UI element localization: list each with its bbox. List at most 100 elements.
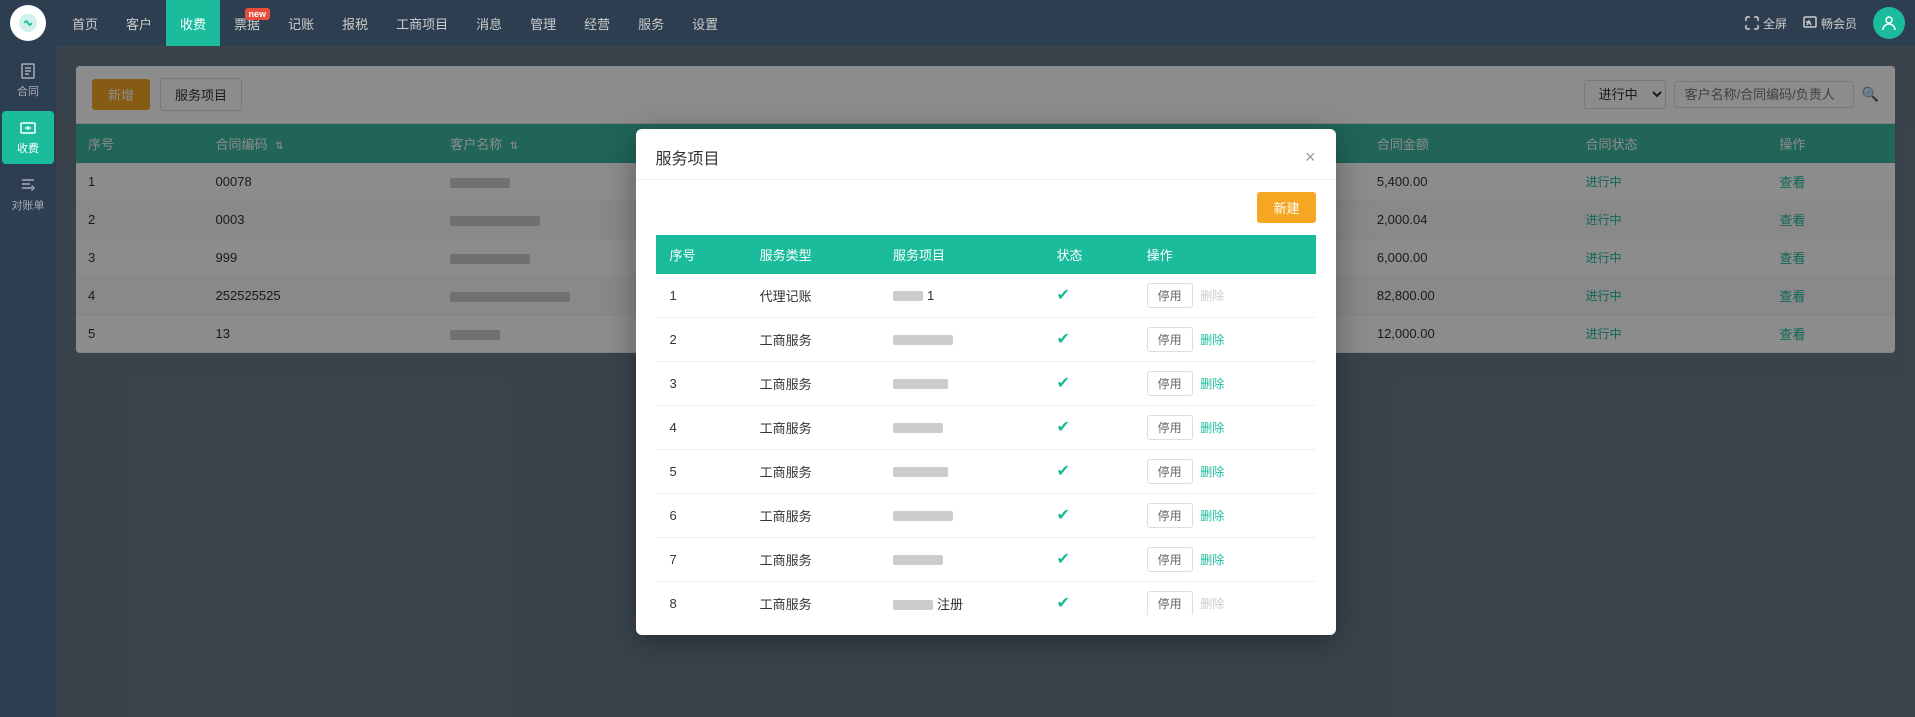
delete-button[interactable]: 删除 — [1196, 372, 1228, 395]
status-check-icon: ✔ — [1057, 287, 1070, 304]
nav-shezhi[interactable]: 设置 — [678, 0, 732, 46]
dialog-row: 5 工商服务 ✔ 停用 删除 — [656, 449, 1316, 493]
stop-button[interactable]: 停用 — [1147, 415, 1193, 440]
nav-gongshang[interactable]: 工商项目 — [382, 0, 462, 46]
dcell-type: 工商服务 — [746, 493, 879, 537]
dcell-status: ✔ — [1043, 537, 1133, 581]
service-table: 序号 服务类型 服务项目 状态 操作 1 代理记账 1 ✔ 停用 删除 2 工商… — [656, 235, 1316, 615]
dcell-no: 5 — [656, 449, 746, 493]
status-check-icon: ✔ — [1057, 419, 1070, 436]
nav-shoufei[interactable]: 收费 — [166, 0, 220, 46]
dcell-type: 工商服务 — [746, 361, 879, 405]
dcell-item: 1 — [879, 274, 1042, 318]
dialog-toolbar: 新建 — [636, 180, 1336, 235]
app-logo — [10, 5, 46, 41]
dcell-status: ✔ — [1043, 274, 1133, 318]
dcell-action: 停用 删除 — [1133, 361, 1316, 405]
status-check-icon: ✔ — [1057, 331, 1070, 348]
dialog-title: 服务项目 — [656, 145, 720, 169]
dialog-new-button[interactable]: 新建 — [1257, 192, 1315, 223]
dcell-item — [879, 537, 1042, 581]
dcell-no: 1 — [656, 274, 746, 318]
dialog-body: 序号 服务类型 服务项目 状态 操作 1 代理记账 1 ✔ 停用 删除 2 工商… — [636, 235, 1336, 635]
delete-button[interactable]: 删除 — [1196, 592, 1228, 615]
nav-xiaoxi[interactable]: 消息 — [462, 0, 516, 46]
dcell-status: ✔ — [1043, 581, 1133, 615]
dcell-item — [879, 361, 1042, 405]
stop-button[interactable]: 停用 — [1147, 503, 1193, 528]
sidebar: 合同 收费 对账单 — [0, 46, 56, 717]
dcell-type: 工商服务 — [746, 405, 879, 449]
delete-button[interactable]: 删除 — [1196, 504, 1228, 527]
dialog-row: 1 代理记账 1 ✔ 停用 删除 — [656, 274, 1316, 318]
status-check-icon: ✔ — [1057, 463, 1070, 480]
stop-button[interactable]: 停用 — [1147, 459, 1193, 484]
delete-button[interactable]: 删除 — [1196, 416, 1228, 439]
stop-button[interactable]: 停用 — [1147, 591, 1193, 615]
nav-home[interactable]: 首页 — [58, 0, 112, 46]
sidebar-item-duizhang[interactable]: 对账单 — [2, 168, 54, 221]
dcell-type: 工商服务 — [746, 449, 879, 493]
stop-button[interactable]: 停用 — [1147, 283, 1193, 308]
dcell-no: 3 — [656, 361, 746, 405]
nav-piao[interactable]: 票据 new — [220, 0, 274, 46]
nav-items: 首页 客户 收费 票据 new 记账 报税 工商项目 消息 管理 经营 服务 设… — [58, 0, 732, 46]
dcell-action: 停用 删除 — [1133, 449, 1316, 493]
nav-jizhang[interactable]: 记账 — [274, 0, 328, 46]
dcol-item: 服务项目 — [879, 235, 1042, 274]
sidebar-item-shoufei[interactable]: 收费 — [2, 111, 54, 164]
stop-button[interactable]: 停用 — [1147, 547, 1193, 572]
nav-customer[interactable]: 客户 — [112, 0, 166, 46]
dcol-no: 序号 — [656, 235, 746, 274]
dcell-no: 8 — [656, 581, 746, 615]
top-nav-right: 全屏 畅会员 — [1745, 7, 1905, 39]
dcell-status: ✔ — [1043, 361, 1133, 405]
stop-button[interactable]: 停用 — [1147, 327, 1193, 352]
dcell-type: 工商服务 — [746, 537, 879, 581]
fullscreen-button[interactable]: 全屏 — [1745, 15, 1787, 32]
delete-button[interactable]: 删除 — [1196, 460, 1228, 483]
avatar[interactable] — [1873, 7, 1905, 39]
dcell-action: 停用 删除 — [1133, 537, 1316, 581]
dialog-row: 4 工商服务 ✔ 停用 删除 — [656, 405, 1316, 449]
dcell-type: 代理记账 — [746, 274, 879, 318]
dcell-no: 2 — [656, 317, 746, 361]
dcell-item — [879, 317, 1042, 361]
dcell-type: 工商服务 — [746, 581, 879, 615]
dialog-row: 7 工商服务 ✔ 停用 删除 — [656, 537, 1316, 581]
dcell-status: ✔ — [1043, 405, 1133, 449]
stop-button[interactable]: 停用 — [1147, 371, 1193, 396]
dialog-row: 6 工商服务 ✔ 停用 删除 — [656, 493, 1316, 537]
content-area: 新增 服务项目 进行中 全部 已结束 未开始 🔍 序号 — [56, 46, 1915, 717]
delete-button[interactable]: 删除 — [1196, 328, 1228, 351]
dcol-type: 服务类型 — [746, 235, 879, 274]
nav-fuwu[interactable]: 服务 — [624, 0, 678, 46]
new-badge: new — [245, 8, 271, 20]
dialog-close-button[interactable]: × — [1305, 148, 1316, 166]
dialog-scroll[interactable]: 序号 服务类型 服务项目 状态 操作 1 代理记账 1 ✔ 停用 删除 2 工商… — [656, 235, 1316, 615]
dcell-item — [879, 449, 1042, 493]
dialog-row: 8 工商服务 注册 ✔ 停用 删除 — [656, 581, 1316, 615]
nav-guanli[interactable]: 管理 — [516, 0, 570, 46]
dcol-action: 操作 — [1133, 235, 1316, 274]
dcell-action: 停用 删除 — [1133, 274, 1316, 318]
delete-button[interactable]: 删除 — [1196, 548, 1228, 571]
top-nav: 首页 客户 收费 票据 new 记账 报税 工商项目 消息 管理 经营 服务 设… — [0, 0, 1915, 46]
dcell-status: ✔ — [1043, 317, 1133, 361]
dialog-row: 3 工商服务 ✔ 停用 删除 — [656, 361, 1316, 405]
dcell-no: 6 — [656, 493, 746, 537]
dialog-header: 服务项目 × — [636, 129, 1336, 180]
dcell-action: 停用 删除 — [1133, 493, 1316, 537]
member-button[interactable]: 畅会员 — [1803, 15, 1857, 32]
dcell-no: 4 — [656, 405, 746, 449]
dcell-action: 停用 删除 — [1133, 405, 1316, 449]
delete-button[interactable]: 删除 — [1196, 284, 1228, 307]
status-check-icon: ✔ — [1057, 551, 1070, 568]
nav-jingying[interactable]: 经营 — [570, 0, 624, 46]
dcell-item — [879, 405, 1042, 449]
dcell-item: 注册 — [879, 581, 1042, 615]
dcell-status: ✔ — [1043, 449, 1133, 493]
nav-baoshui[interactable]: 报税 — [328, 0, 382, 46]
sidebar-item-hetong[interactable]: 合同 — [2, 54, 54, 107]
dcell-item — [879, 493, 1042, 537]
